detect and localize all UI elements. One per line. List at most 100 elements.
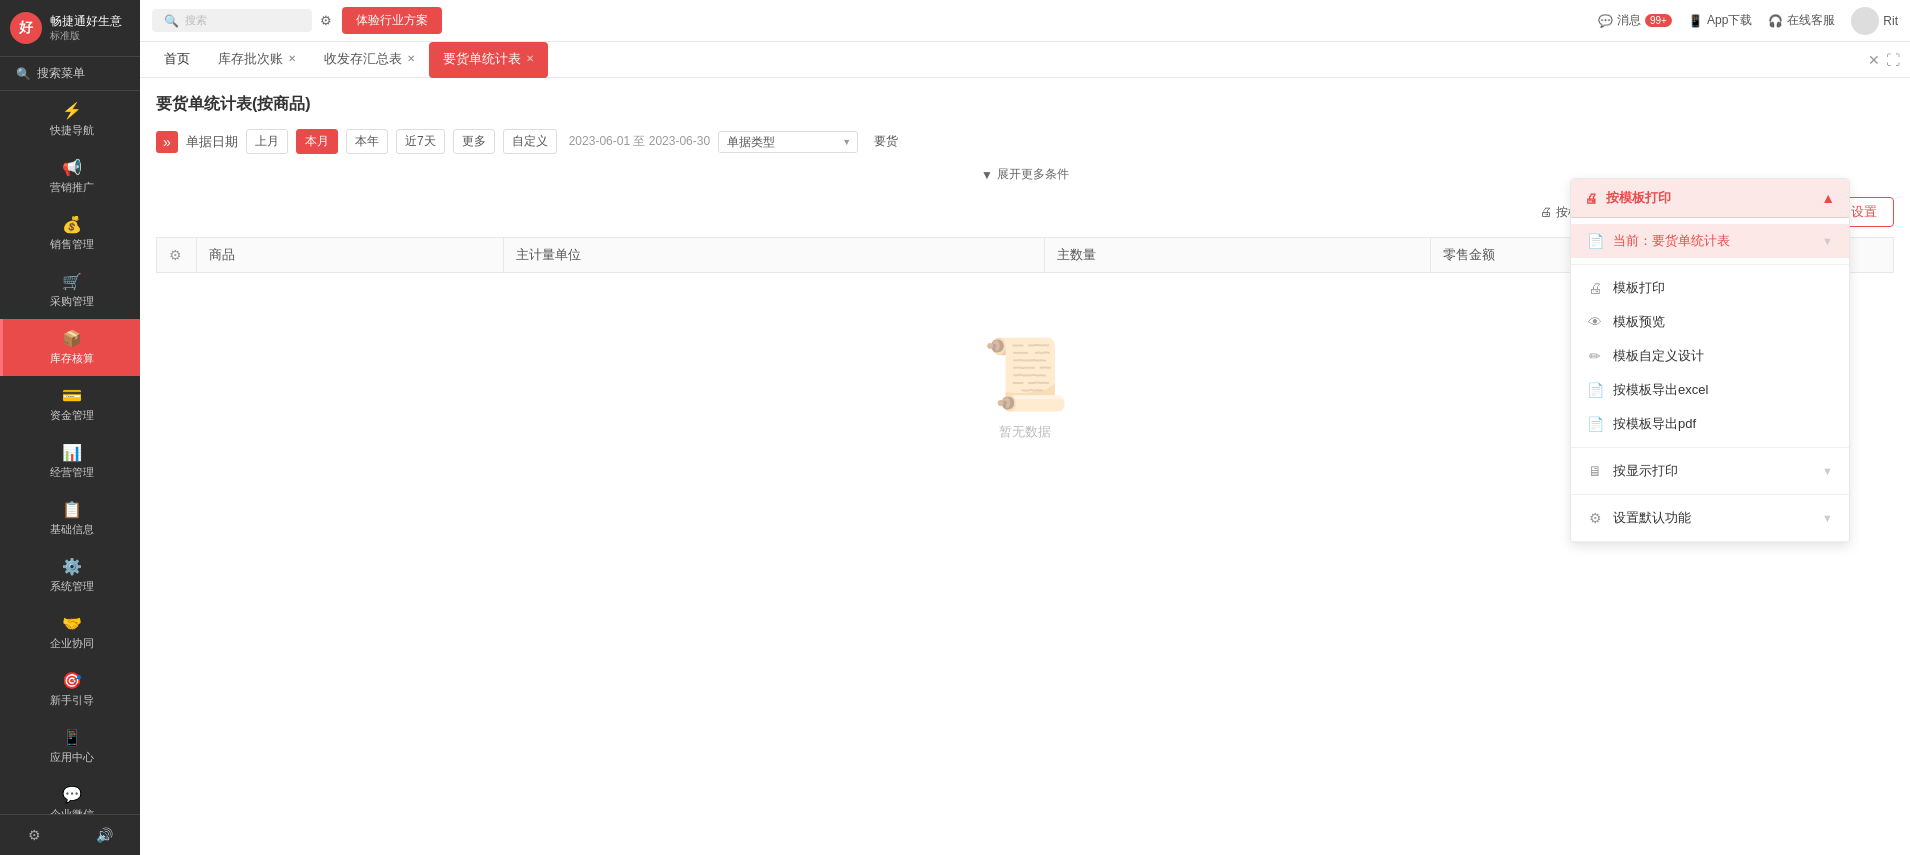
sidebar: 好 畅捷通好生意 标准版 🔍 搜索菜单 ⚡ 快捷导航 📢 营销推广 💰 销售管理… — [0, 0, 140, 855]
sidebar-logo: 好 畅捷通好生意 标准版 — [0, 0, 140, 57]
page-content: 要货单统计表(按商品) » 单据日期 上月 本月 本年 近7天 更多 自定义 2… — [140, 78, 1910, 855]
tab-collect-summary[interactable]: 收发存汇总表 ✕ — [310, 42, 429, 78]
sidebar-item-basic[interactable]: 📋 基础信息 — [0, 490, 140, 547]
dropdown-current-template-btn[interactable]: 📄 当前：要货单统计表 ▼ — [1571, 224, 1849, 258]
search-icon: 🔍 — [16, 67, 31, 81]
purchase-icon: 🛒 — [62, 272, 82, 291]
export-excel-icon: 📄 — [1587, 382, 1603, 398]
table-header-quantity: 主数量 — [1045, 238, 1430, 273]
filter-bar: » 单据日期 上月 本月 本年 近7天 更多 自定义 2023-06-01 至 … — [156, 129, 1894, 154]
topbar-service-btn[interactable]: 🎧 在线客服 — [1768, 12, 1835, 29]
app-download-icon: 📱 — [1688, 14, 1703, 28]
topbar-search[interactable]: 🔍 搜索 — [152, 9, 312, 32]
sidebar-item-finance[interactable]: 💳 资金管理 — [0, 376, 140, 433]
main-area: 🔍 搜索 ⚙ 体验行业方案 💬 消息 99+ 📱 App下载 🎧 在线客服 Ri… — [140, 0, 1910, 855]
dropdown-template-custom-btn[interactable]: ✏ 模板自定义设计 — [1571, 339, 1849, 373]
template-custom-icon: ✏ — [1587, 348, 1603, 364]
current-template-arrow: ▼ — [1822, 235, 1833, 247]
dropdown-title: 🖨 按模板打印 — [1585, 189, 1671, 207]
sidebar-item-quick-nav[interactable]: ⚡ 快捷导航 — [0, 91, 140, 148]
sidebar-item-system[interactable]: ⚙️ 系统管理 — [0, 547, 140, 604]
dropdown-template-print-btn[interactable]: 🖨 模板打印 — [1571, 271, 1849, 305]
sales-icon: 💰 — [62, 215, 82, 234]
topbar-message-btn[interactable]: 💬 消息 99+ — [1598, 12, 1672, 29]
date-more-btn[interactable]: 更多 — [453, 129, 495, 154]
default-func-icon: ⚙ — [1587, 510, 1603, 526]
inventory-icon: 📦 — [62, 329, 82, 348]
template-preview-icon: 👁 — [1587, 314, 1603, 330]
topbar-right: 💬 消息 99+ 📱 App下载 🎧 在线客服 Rit — [1598, 7, 1898, 35]
filter-toggle-btn[interactable]: » — [156, 131, 178, 153]
tab-order-stats[interactable]: 要货单统计表 ✕ — [429, 42, 548, 78]
system-icon: ⚙️ — [62, 557, 82, 576]
display-print-icon: 🖥 — [1587, 463, 1603, 479]
topbar-gear-btn[interactable]: ⚙ — [320, 13, 332, 28]
message-icon: 💬 — [1598, 14, 1613, 28]
dropdown-export-pdf-btn[interactable]: 📄 按模板导出pdf — [1571, 407, 1849, 441]
operation-icon: 📊 — [62, 443, 82, 462]
sidebar-item-appstore[interactable]: 📱 应用中心 — [0, 718, 140, 775]
dropdown-display-print-btn[interactable]: 🖥 按显示打印 ▼ — [1571, 454, 1849, 488]
date-prev-month-btn[interactable]: 上月 — [246, 129, 288, 154]
date-last-7-days-btn[interactable]: 近7天 — [396, 129, 445, 154]
dropdown-export-excel-btn[interactable]: 📄 按模板导出excel — [1571, 373, 1849, 407]
wechat-icon: 💬 — [62, 785, 82, 804]
promo-button[interactable]: 体验行业方案 — [342, 7, 442, 34]
current-template-icon: 📄 — [1587, 233, 1603, 249]
table-col-settings-icon[interactable]: ⚙ — [169, 247, 182, 263]
sidebar-item-operation[interactable]: 📊 经营管理 — [0, 433, 140, 490]
collab-icon: 🤝 — [62, 614, 82, 633]
empty-text: 暂无数据 — [999, 423, 1051, 441]
default-func-arrow: ▼ — [1822, 512, 1833, 524]
quick-nav-icon: ⚡ — [62, 101, 82, 120]
tab-close-all-btn[interactable]: ✕ — [1868, 52, 1880, 68]
topbar-app-download-btn[interactable]: 📱 App下载 — [1688, 12, 1752, 29]
dropdown-print-icon: 🖨 — [1585, 191, 1598, 206]
sidebar-item-marketing[interactable]: 📢 营销推广 — [0, 148, 140, 205]
sidebar-sound-btn[interactable]: 🔊 — [88, 823, 121, 847]
tabs-bar: 首页 库存批次账 ✕ 收发存汇总表 ✕ 要货单统计表 ✕ ✕ ⛶ — [140, 42, 1910, 78]
sidebar-item-purchase[interactable]: 🛒 采购管理 — [0, 262, 140, 319]
sidebar-item-wechat[interactable]: 💬 企业微信 — [0, 775, 140, 814]
order-field-label: 要货 — [874, 133, 898, 150]
appstore-icon: 📱 — [62, 728, 82, 747]
table-header-settings[interactable]: ⚙ — [157, 238, 197, 273]
message-badge: 99+ — [1645, 14, 1672, 27]
topbar-avatar-area[interactable]: Rit — [1851, 7, 1898, 35]
date-current-month-btn[interactable]: 本月 — [296, 129, 338, 154]
date-range-display: 2023-06-01 至 2023-06-30 — [569, 133, 710, 150]
finance-icon: 💳 — [62, 386, 82, 405]
topbar: 🔍 搜索 ⚙ 体验行业方案 💬 消息 99+ 📱 App下载 🎧 在线客服 Ri… — [140, 0, 1910, 42]
tab-home[interactable]: 首页 — [150, 42, 204, 78]
date-label: 单据日期 — [186, 133, 238, 151]
dropdown-display-print-section: 🖥 按显示打印 ▼ — [1571, 448, 1849, 495]
dropdown-default-func-btn[interactable]: ⚙ 设置默认功能 ▼ — [1571, 501, 1849, 535]
tab-close-order[interactable]: ✕ — [526, 53, 534, 64]
type-select[interactable]: 单据类型 — [718, 131, 858, 153]
tab-close-batch[interactable]: ✕ — [288, 53, 296, 64]
sidebar-footer: ⚙ 🔊 — [0, 814, 140, 855]
date-current-year-btn[interactable]: 本年 — [346, 129, 388, 154]
dropdown-close-btn[interactable]: ▲ — [1821, 190, 1835, 206]
date-custom-btn[interactable]: 自定义 — [503, 129, 557, 154]
dropdown-template-preview-btn[interactable]: 👁 模板预览 — [1571, 305, 1849, 339]
sidebar-search-btn[interactable]: 🔍 搜索菜单 — [0, 57, 140, 91]
dropdown-current-section: 📄 当前：要货单统计表 ▼ — [1571, 218, 1849, 265]
logo-icon: 好 — [10, 12, 42, 44]
expand-more-btn[interactable]: ▼ 展开更多条件 — [969, 162, 1081, 187]
type-select-wrapper: 单据类型 — [718, 131, 858, 153]
sidebar-item-inventory[interactable]: 📦 库存核算 — [0, 319, 140, 376]
tab-batch-account[interactable]: 库存批次账 ✕ — [204, 42, 310, 78]
sidebar-item-collab[interactable]: 🤝 企业协同 — [0, 604, 140, 661]
tab-close-collect[interactable]: ✕ — [407, 53, 415, 64]
sidebar-item-guide[interactable]: 🎯 新手引导 — [0, 661, 140, 718]
print-icon: 🖨 — [1540, 205, 1552, 219]
sidebar-nav: ⚡ 快捷导航 📢 营销推广 💰 销售管理 🛒 采购管理 📦 库存核算 💳 资金管… — [0, 91, 140, 814]
tab-expand-btn[interactable]: ⛶ — [1886, 52, 1900, 68]
expand-icon: ▼ — [981, 168, 993, 182]
dropdown-default-func-section: ⚙ 设置默认功能 ▼ — [1571, 495, 1849, 542]
sidebar-settings-btn[interactable]: ⚙ — [20, 823, 49, 847]
sidebar-item-sales[interactable]: 💰 销售管理 — [0, 205, 140, 262]
dropdown-header: 🖨 按模板打印 ▲ — [1571, 179, 1849, 218]
guide-icon: 🎯 — [62, 671, 82, 690]
